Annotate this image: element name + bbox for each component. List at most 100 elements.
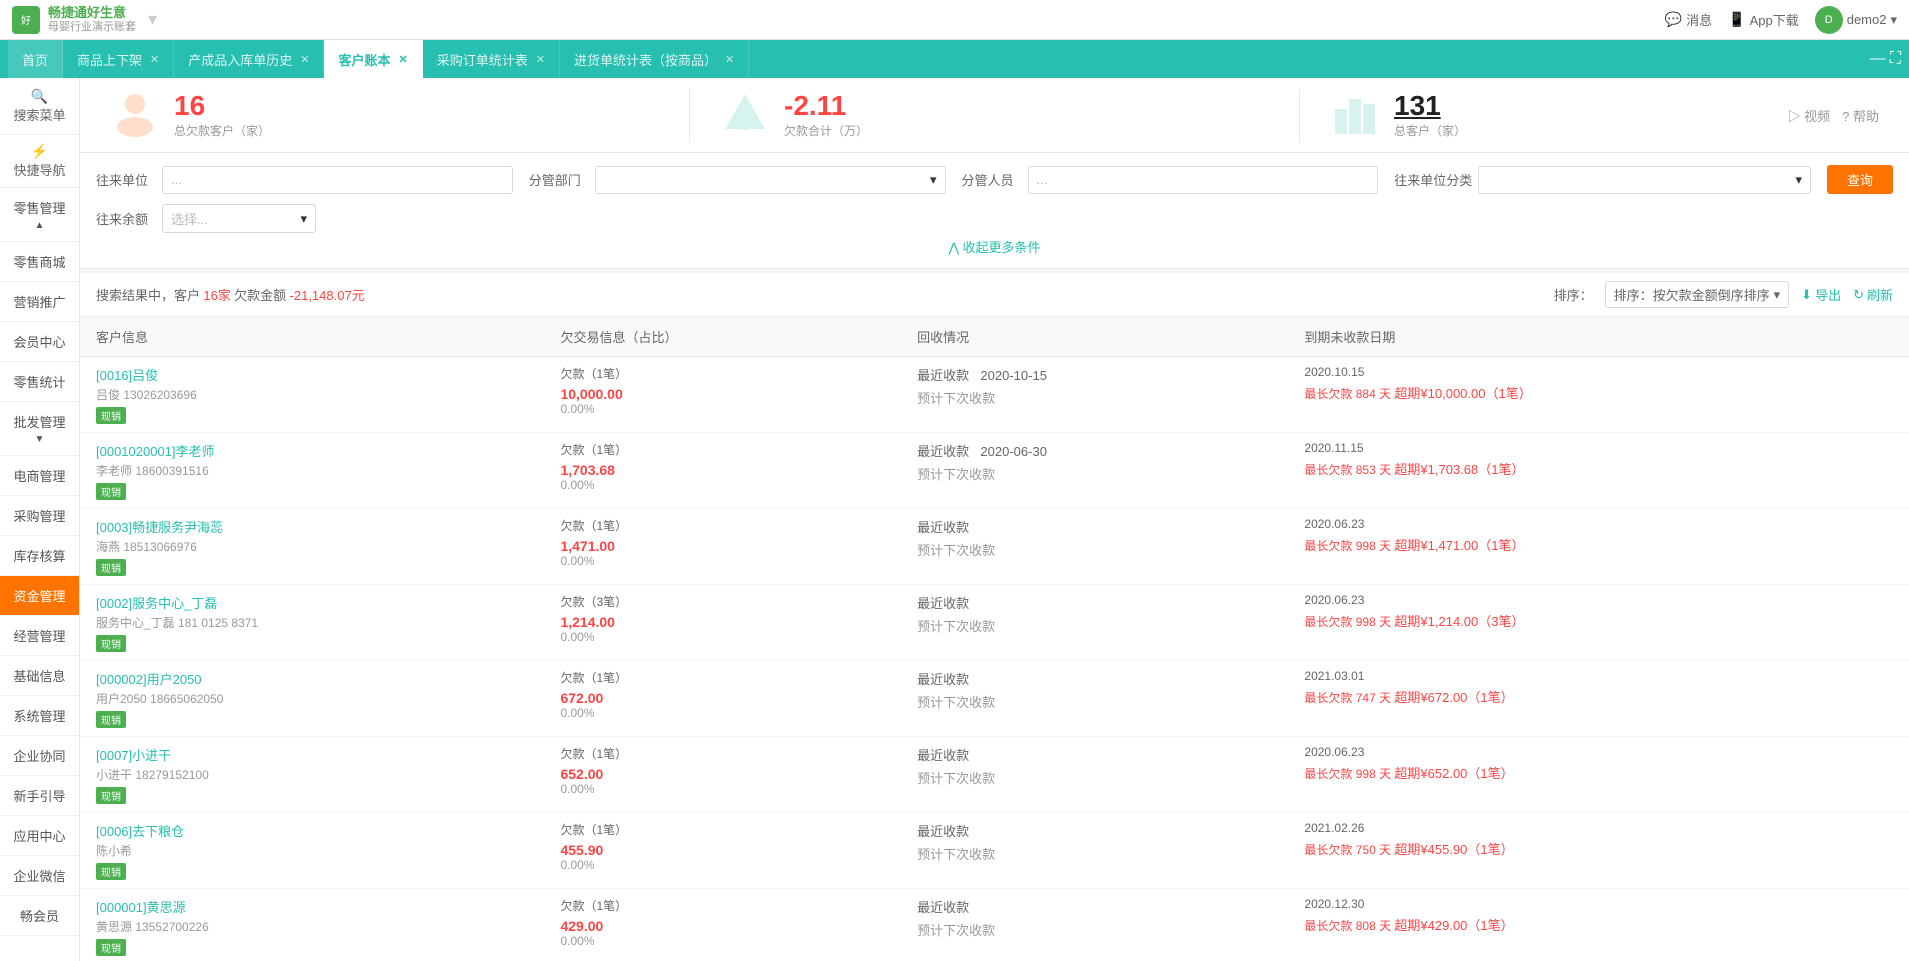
avatar: D <box>1815 6 1843 34</box>
tab-customer-account[interactable]: 客户账本 ✕ <box>324 40 422 78</box>
refresh-btn[interactable]: ↻ 刷新 <box>1853 285 1893 304</box>
col-due-date: 到期未收款日期 <box>1288 317 1909 357</box>
brand-subtitle: 母婴行业演示账套 <box>48 21 136 34</box>
debt-amount[interactable]: 10,000.00 <box>560 386 885 402</box>
overdue-amount-link[interactable]: 超期¥652.00（1笔） <box>1394 766 1513 781</box>
debt-customers-icon <box>110 89 160 142</box>
sidebar-item-ecommerce[interactable]: 电商管理 <box>0 456 79 496</box>
sidebar-item-basic-info[interactable]: 基础信息 <box>0 656 79 696</box>
customer-contact: 用户2050 18665062050 <box>96 690 528 707</box>
cell-customer-0: [0016]吕俊 吕俊 13026203696 现销 <box>80 357 544 433</box>
debt-amount[interactable]: 1,703.68 <box>560 462 885 478</box>
dept-filter-input[interactable]: ▾ <box>595 166 946 194</box>
video-btn[interactable]: ▷ 视频 <box>1787 106 1830 125</box>
customer-name-link[interactable]: [000001]黄思源 <box>96 897 528 916</box>
table-row: [0016]吕俊 吕俊 13026203696 现销 欠款（1笔） 10,000… <box>80 357 1909 433</box>
customer-name-link[interactable]: [0016]吕俊 <box>96 365 528 384</box>
tab-incoming-stats[interactable]: 进货单统计表（按商品） ✕ <box>560 40 749 78</box>
next-collection: 预计下次收款 <box>917 388 1272 407</box>
sidebar-quick-nav[interactable]: ⚡ 快捷导航 <box>0 135 79 188</box>
tab-close-icon[interactable]: ✕ <box>150 53 159 66</box>
customer-name-link[interactable]: [000002]用户2050 <box>96 669 528 688</box>
overdue-amount-link[interactable]: 超期¥10,000.00（1笔） <box>1394 386 1531 401</box>
sidebar-item-enterprise-wechat[interactable]: 企业微信 <box>0 856 79 896</box>
stat-values-total-debt: -2.11 欠款合计（万） <box>784 92 868 139</box>
sidebar-item-marketing[interactable]: 营销推广 <box>0 282 79 322</box>
cell-overdue-3: 2020.06.23 最长欠款 998 天 超期¥1,214.00（3笔） <box>1288 585 1909 661</box>
customer-name-link[interactable]: [0001020001]李老师 <box>96 441 528 460</box>
collapse-filters-btn[interactable]: ⋀ 收起更多条件 <box>96 233 1893 260</box>
message-btn[interactable]: 💬 消息 <box>1665 10 1712 29</box>
customer-name-link[interactable]: [0003]畅捷服务尹海蕊 <box>96 517 528 536</box>
debt-amount[interactable]: 429.00 <box>560 918 885 934</box>
customer-name-link[interactable]: [0002]服务中心_丁磊 <box>96 593 528 612</box>
tab-minus-icon[interactable]: — <box>1870 50 1886 68</box>
app-download-label: App下载 <box>1750 10 1799 29</box>
total-customers-label: 总客户（家） <box>1394 122 1466 139</box>
customer-tag: 现销 <box>96 407 126 424</box>
cell-overdue-4: 2021.03.01 最长欠款 747 天 超期¥672.00（1笔） <box>1288 661 1909 737</box>
sidebar-item-finance[interactable]: 资金管理 <box>0 576 79 616</box>
debt-amount[interactable]: 1,471.00 <box>560 538 885 554</box>
tab-production-history[interactable]: 产成品入库单历史 ✕ <box>174 40 324 78</box>
overdue-amount-link[interactable]: 超期¥1,214.00（3笔） <box>1394 614 1524 629</box>
debt-percent: 0.00% <box>560 858 885 872</box>
tab-close-icon[interactable]: ✕ <box>536 53 545 66</box>
customer-filter-input[interactable]: ... <box>162 166 513 194</box>
overdue-amount-link[interactable]: 超期¥672.00（1笔） <box>1394 690 1513 705</box>
debt-percent: 0.00% <box>560 554 885 568</box>
sidebar-item-system[interactable]: 系统管理 <box>0 696 79 736</box>
export-icon: ⬇ <box>1801 287 1812 303</box>
person-filter-input[interactable]: ... <box>1028 166 1379 194</box>
tab-home[interactable]: 首页 <box>8 40 63 78</box>
sidebar-item-retail-mall[interactable]: 零售商城 <box>0 242 79 282</box>
debt-amount[interactable]: 1,214.00 <box>560 614 885 630</box>
user-menu[interactable]: D demo2 ▾ <box>1815 6 1897 34</box>
retail-stats-label: 零售统计 <box>13 372 65 391</box>
sidebar-item-retail-management[interactable]: 零售管理 ▲ <box>0 188 79 242</box>
overdue-amount-link[interactable]: 超期¥1,703.68（1笔） <box>1394 462 1524 477</box>
sidebar-item-app-center[interactable]: 应用中心 <box>0 816 79 856</box>
sidebar-item-member[interactable]: 畅会员 <box>0 896 79 936</box>
brand-dropdown-icon[interactable]: ▾ <box>148 9 157 30</box>
sidebar-item-operations[interactable]: 经营管理 <box>0 616 79 656</box>
tab-purchase-stats[interactable]: 采购订单统计表 ✕ <box>423 40 560 78</box>
total-customers-value: 131 <box>1394 92 1466 120</box>
help-btn[interactable]: ? 帮助 <box>1842 106 1879 125</box>
due-date: 2020.06.23 <box>1304 593 1893 607</box>
debt-amount[interactable]: 672.00 <box>560 690 885 706</box>
debt-amount[interactable]: 652.00 <box>560 766 885 782</box>
sidebar-item-purchase[interactable]: 采购管理 <box>0 496 79 536</box>
app-download-btn[interactable]: 📱 App下载 <box>1728 10 1799 29</box>
customer-name-link[interactable]: [0007]小进干 <box>96 745 528 764</box>
overdue-amount-link[interactable]: 超期¥455.90（1笔） <box>1394 842 1513 857</box>
sidebar-item-guide[interactable]: 新手引导 <box>0 776 79 816</box>
sidebar-item-member-center[interactable]: 会员中心 <box>0 322 79 362</box>
sidebar-search-menu[interactable]: 🔍 搜索菜单 <box>0 78 79 135</box>
tab-close-icon[interactable]: ✕ <box>725 53 734 66</box>
sort-dropdown-icon: ▾ <box>1774 287 1781 303</box>
tab-close-icon[interactable]: ✕ <box>399 53 408 66</box>
sidebar-item-collaboration[interactable]: 企业协同 <box>0 736 79 776</box>
sidebar-item-inventory[interactable]: 库存核算 <box>0 536 79 576</box>
debt-amount[interactable]: 455.90 <box>560 842 885 858</box>
table-toolbar: 搜索结果中，客户 16家 欠款金额 -21,148.07元 排序： 排序：按欠款… <box>80 273 1909 317</box>
sort-select[interactable]: 排序：按欠款金额倒序排序 ▾ <box>1605 281 1790 308</box>
query-button[interactable]: 查询 <box>1827 165 1893 194</box>
tab-close-icon[interactable]: ✕ <box>300 53 309 66</box>
tab-expand-icon[interactable]: ⛶ <box>1890 50 1901 68</box>
customer-name-link[interactable]: [0006]去下粮仓 <box>96 821 528 840</box>
balance-filter-input[interactable]: 选择... ▾ <box>162 204 316 233</box>
overdue-amount-link[interactable]: 超期¥1,471.00（1笔） <box>1394 538 1524 553</box>
debt-percent: 0.00% <box>560 934 885 948</box>
category-filter-input[interactable]: ▾ <box>1478 166 1811 194</box>
overdue-amount-link[interactable]: 超期¥429.00（1笔） <box>1394 918 1513 933</box>
tab-product-listing[interactable]: 商品上下架 ✕ <box>63 40 174 78</box>
export-btn[interactable]: ⬇ 导出 <box>1801 285 1841 304</box>
customer-contact: 李老师 18600391516 <box>96 462 528 479</box>
sidebar-item-wholesale-management[interactable]: 批发管理 ▼ <box>0 402 79 456</box>
header-left: 好 畅捷通好生意 母婴行业演示账套 ▾ <box>12 5 157 34</box>
sidebar-item-retail-stats[interactable]: 零售统计 <box>0 362 79 402</box>
stat-card-debt-customers: 16 总欠款客户（家） <box>80 89 690 142</box>
help-icon: ? <box>1842 109 1849 124</box>
